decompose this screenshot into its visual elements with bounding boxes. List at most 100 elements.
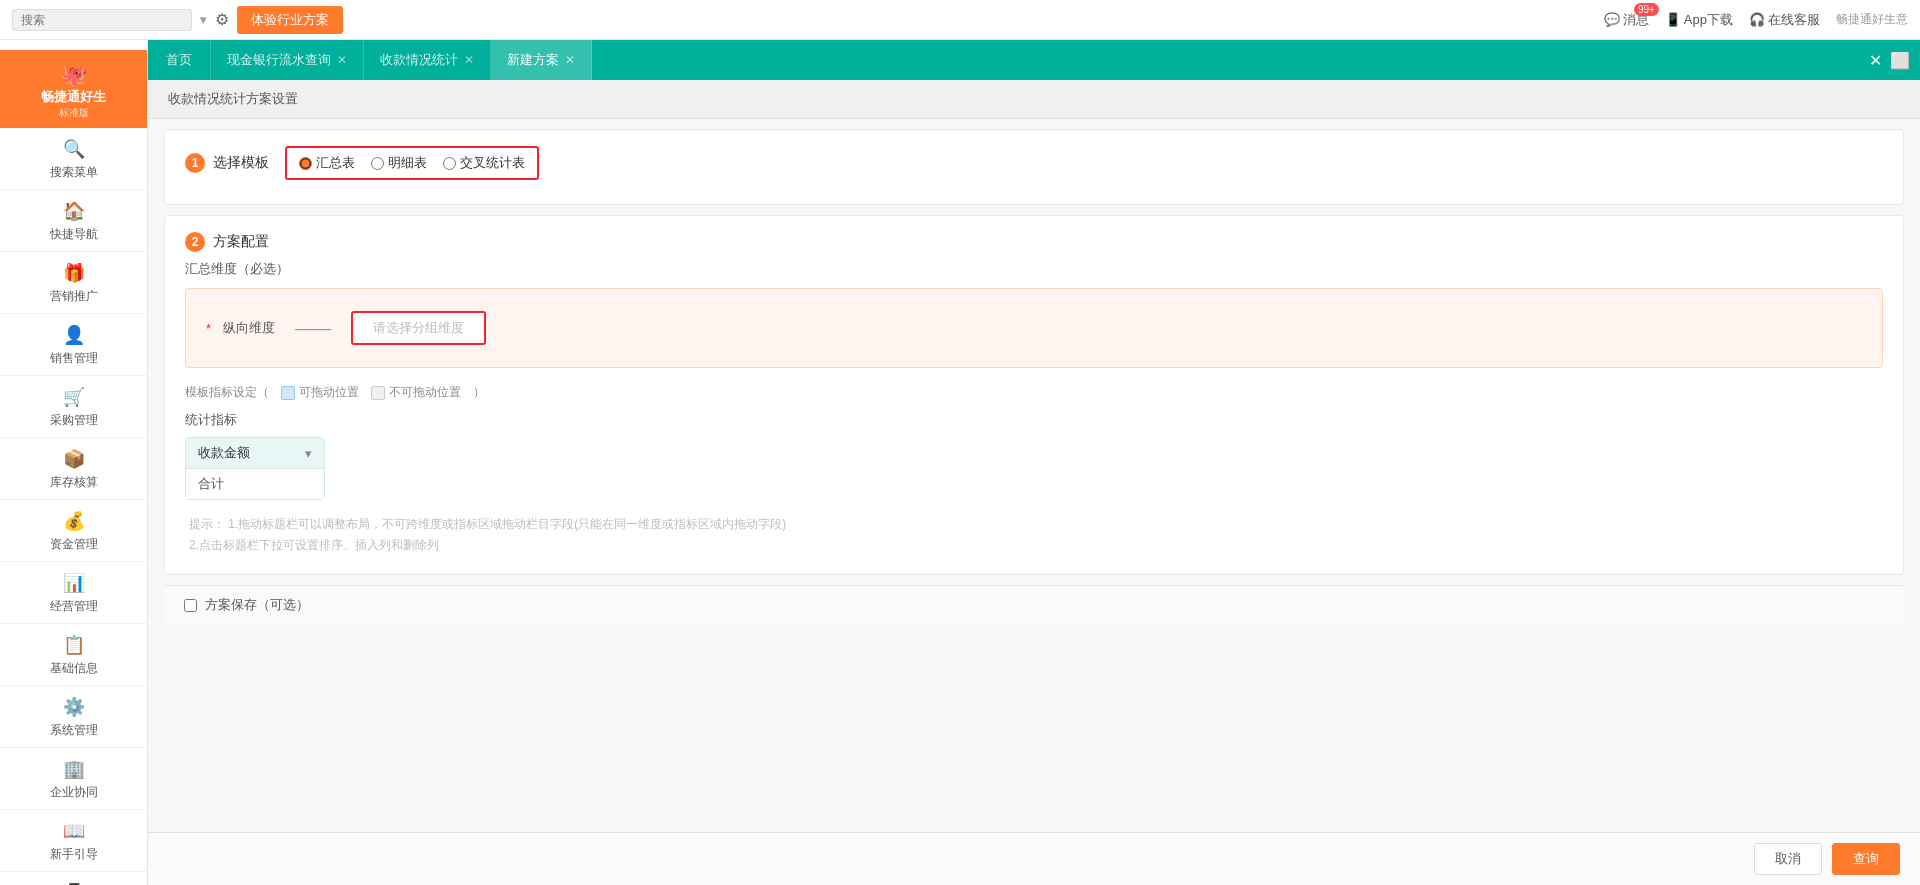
metrics-table: 收款金额 ▾ 合计 (185, 437, 325, 500)
drag-legend: 模板指标设定（ 可拖动位置 不可拖动位置 ） (185, 384, 1883, 401)
app-icon: 📱 (1665, 12, 1681, 27)
tab-new-plan[interactable]: 新建方案 ✕ (491, 40, 592, 80)
vertical-dim-label: 纵向维度 (223, 319, 275, 337)
settings-icon[interactable]: ⚙ (215, 10, 229, 29)
service-icon: 🎧 (1749, 12, 1765, 27)
step2-label: 方案配置 (213, 233, 269, 251)
breadcrumb: 收款情况统计方案设置 (168, 91, 298, 106)
tab-home[interactable]: 首页 (148, 40, 211, 80)
sidebar-item-label: 经营管理 (50, 598, 98, 615)
operation-icon: 📊 (63, 572, 85, 594)
message-button[interactable]: 💬 消息 99+ (1604, 11, 1649, 29)
sidebar-item-operation[interactable]: 📊 经营管理 (0, 562, 147, 624)
query-button[interactable]: 查询 (1832, 843, 1900, 875)
page-content: 收款情况统计方案设置 1 选择模板 汇总表 (148, 80, 1920, 832)
dimension-area: * 纵向维度 —— 请选择分组维度 (185, 288, 1883, 368)
tab-collection-stats-label: 收款情况统计 (380, 51, 458, 69)
step2-row: 2 方案配置 (185, 232, 1883, 252)
topbar-left: ▾ ⚙ 体验行业方案 (12, 6, 343, 34)
save-checkbox[interactable] (184, 599, 197, 612)
step1-badge: 1 (185, 153, 205, 173)
metrics-settings-label: 模板指标设定（ (185, 384, 269, 401)
metrics-settings-close-paren: ） (473, 384, 485, 401)
tips-section: 提示： 1.拖动标题栏可以调整布局，不可跨维度或指标区域拖动栏目字段(只能在同一… (185, 516, 1883, 554)
metrics-table-label: 统计指标 (185, 411, 1883, 429)
topbar: ▾ ⚙ 体验行业方案 💬 消息 99+ 📱 App下载 🎧 在线客服 畅捷通好生… (0, 0, 1920, 40)
required-star: * (206, 321, 211, 336)
sidebar-item-label: 新手引导 (50, 846, 98, 863)
sidebar-item-label: 企业协同 (50, 784, 98, 801)
save-section: 方案保存（可选） (164, 585, 1904, 624)
col-header-dropdown-icon[interactable]: ▾ (305, 446, 312, 461)
radio-cross[interactable]: 交叉统计表 (443, 154, 525, 172)
sidebar-item-finance[interactable]: 💰 资金管理 (0, 500, 147, 562)
message-icon: 💬 (1604, 12, 1620, 27)
radio-summary[interactable]: 汇总表 (299, 154, 355, 172)
sidebar-item-sales[interactable]: 👤 销售管理 (0, 314, 147, 376)
marketing-icon: 🎁 (63, 262, 85, 284)
page-header: 收款情况统计方案设置 (148, 80, 1920, 119)
sidebar-item-enterprise[interactable]: 🏢 企业协同 (0, 748, 147, 810)
sidebar-item-inventory[interactable]: 📦 库存核算 (0, 438, 147, 500)
dimension-section-label: 汇总维度（必选） (185, 260, 1883, 278)
sidebar-item-hardware[interactable]: 📱 智能硬件 (0, 872, 147, 885)
tab-collection-stats[interactable]: 收款情况统计 ✕ (364, 40, 491, 80)
tab-cash-query-close[interactable]: ✕ (337, 53, 347, 67)
sidebar-item-basic-info[interactable]: 📋 基础信息 (0, 624, 147, 686)
step1-label: 选择模板 (213, 154, 269, 172)
inventory-icon: 📦 (63, 448, 85, 470)
radio-summary-input[interactable] (299, 157, 312, 170)
maximize-icon[interactable]: ⬜ (1890, 51, 1910, 70)
metrics-table-header[interactable]: 收款金额 ▾ (186, 438, 324, 469)
metrics-table-cell-total: 合计 (186, 469, 324, 499)
finance-icon: 💰 (63, 510, 85, 532)
trial-button[interactable]: 体验行业方案 (237, 6, 343, 34)
tab-cash-query-label: 现金银行流水查询 (227, 51, 331, 69)
sidebar-item-guide[interactable]: 📖 新手引导 (0, 810, 147, 872)
cancel-button[interactable]: 取消 (1754, 843, 1822, 875)
fixed-label: 不可拖动位置 (389, 384, 461, 401)
tip1: 提示： 1.拖动标题栏可以调整布局，不可跨维度或指标区域拖动栏目字段(只能在同一… (189, 516, 1879, 533)
movable-dot (281, 386, 295, 400)
sidebar-item-marketing[interactable]: 🎁 营销推广 (0, 252, 147, 314)
sidebar-item-quick-nav[interactable]: 🏠 快捷导航 (0, 190, 147, 252)
sidebar-item-system[interactable]: ⚙️ 系统管理 (0, 686, 147, 748)
radio-detail-input[interactable] (371, 157, 384, 170)
fixed-dot (371, 386, 385, 400)
sidebar-brand: 🐙 畅捷通好生 标准版 (0, 50, 147, 128)
search-input[interactable] (12, 9, 192, 31)
tip2: 2.点击标题栏下拉可设置排序、插入列和删除列 (189, 537, 1879, 554)
sidebar-item-purchase[interactable]: 🛒 采购管理 (0, 376, 147, 438)
sidebar-item-search-menu[interactable]: 🔍 搜索菜单 (0, 128, 147, 190)
movable-label: 可拖动位置 (299, 384, 359, 401)
footer-bar: 取消 查询 (148, 832, 1920, 885)
online-service-button[interactable]: 🎧 在线客服 (1749, 11, 1820, 29)
radio-cross-input[interactable] (443, 157, 456, 170)
sidebar-item-label: 快捷导航 (50, 226, 98, 243)
enterprise-icon: 🏢 (63, 758, 85, 780)
radio-group-template: 汇总表 明细表 交叉统计表 (299, 154, 525, 172)
col-header-text: 收款金额 (198, 444, 250, 462)
main-layout: 🐙 畅捷通好生 标准版 🔍 搜索菜单 🏠 快捷导航 🎁 营销推广 👤 销售管理 (0, 40, 1920, 885)
search-menu-icon: 🔍 (63, 138, 85, 160)
metrics-section: 模板指标设定（ 可拖动位置 不可拖动位置 ） 统计指标 (185, 384, 1883, 500)
sidebar: 🐙 畅捷通好生 标准版 🔍 搜索菜单 🏠 快捷导航 🎁 营销推广 👤 销售管理 (0, 40, 148, 885)
app-download-button[interactable]: 📱 App下载 (1665, 11, 1733, 29)
basic-info-icon: 📋 (63, 634, 85, 656)
step1-row: 1 选择模板 汇总表 明细表 (185, 146, 1883, 180)
sidebar-item-label: 销售管理 (50, 350, 98, 367)
sidebar-item-label: 库存核算 (50, 474, 98, 491)
brand-icon: 🐙 (60, 62, 87, 88)
tab-new-plan-close[interactable]: ✕ (565, 53, 575, 67)
quick-nav-icon: 🏠 (63, 200, 85, 222)
dim-arrow: —— (295, 318, 331, 339)
sidebar-item-label: 采购管理 (50, 412, 98, 429)
tab-collection-stats-close[interactable]: ✕ (464, 53, 474, 67)
close-all-tabs-icon[interactable]: ✕ (1869, 51, 1882, 70)
tab-home-label: 首页 (166, 51, 192, 69)
tab-cash-query[interactable]: 现金银行流水查询 ✕ (211, 40, 364, 80)
radio-detail[interactable]: 明细表 (371, 154, 427, 172)
dim-placeholder[interactable]: 请选择分组维度 (351, 311, 486, 345)
dropdown-icon[interactable]: ▾ (200, 12, 207, 27)
sidebar-item-label: 营销推广 (50, 288, 98, 305)
